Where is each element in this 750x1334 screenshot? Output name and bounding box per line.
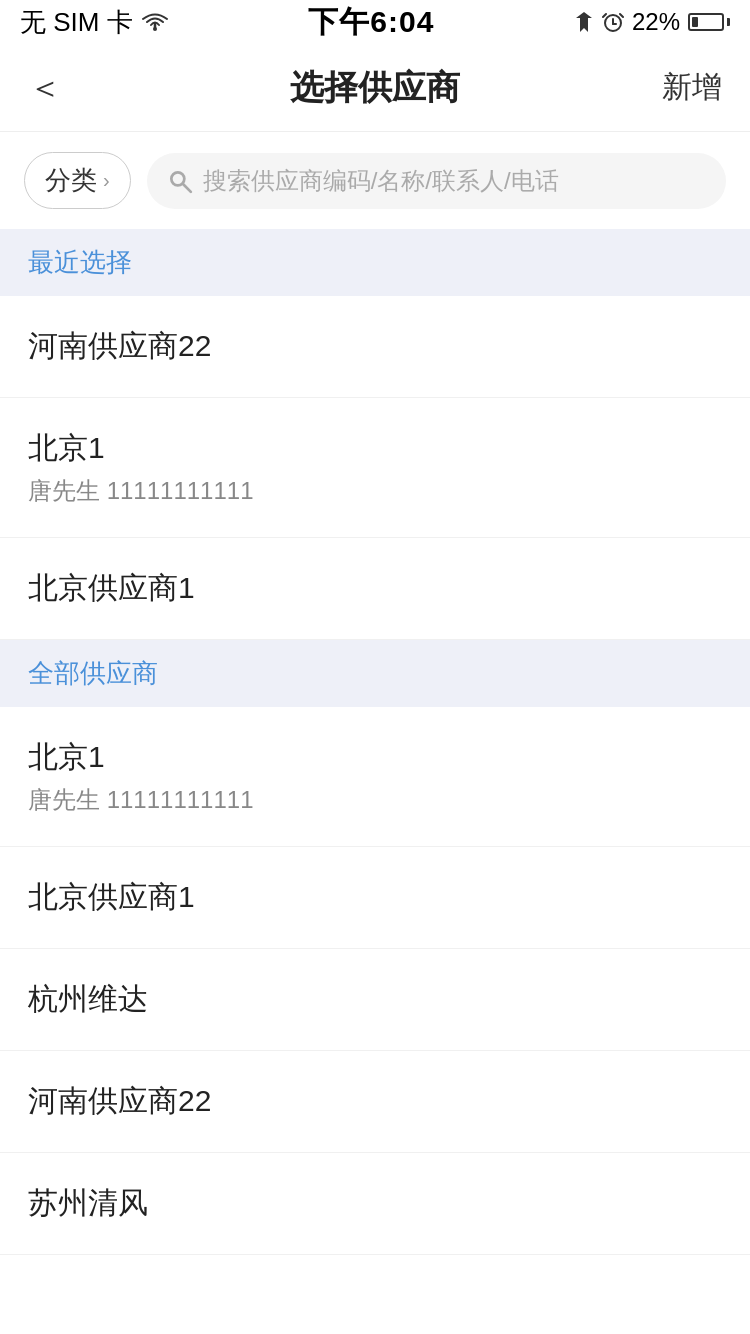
item-name: 苏州清风 bbox=[28, 1183, 722, 1224]
sections-container: 最近选择河南供应商22 北京1 唐先生 11111111111 北京供应商1 全部供应商… bbox=[0, 229, 750, 1255]
list-item[interactable]: 北京供应商1 bbox=[0, 538, 750, 640]
alarm-icon bbox=[602, 10, 624, 34]
item-name: 河南供应商22 bbox=[28, 326, 722, 367]
status-bar: 无 SIM 卡 下午6:04 22% bbox=[0, 0, 750, 44]
item-name: 北京供应商1 bbox=[28, 568, 722, 609]
item-sub: 唐先生 11111111111 bbox=[28, 784, 722, 816]
svg-line-5 bbox=[620, 14, 623, 17]
search-icon bbox=[167, 168, 193, 194]
page-title: 选择供应商 bbox=[88, 65, 662, 111]
status-right: 22% bbox=[574, 8, 730, 36]
item-sub: 唐先生 11111111111 bbox=[28, 475, 722, 507]
back-button[interactable]: ＜ bbox=[28, 65, 88, 111]
chevron-right-icon: › bbox=[103, 169, 110, 192]
item-name: 河南供应商22 bbox=[28, 1081, 722, 1122]
section-header-text-recent: 最近选择 bbox=[28, 247, 132, 277]
add-button[interactable]: 新增 bbox=[662, 67, 722, 108]
status-left: 无 SIM 卡 bbox=[20, 5, 169, 40]
list-item[interactable]: 北京供应商1 bbox=[0, 847, 750, 949]
list-item[interactable]: 苏州清风 bbox=[0, 1153, 750, 1255]
svg-line-4 bbox=[603, 14, 606, 17]
category-filter-button[interactable]: 分类 › bbox=[24, 152, 131, 209]
nav-bar: ＜ 选择供应商 新增 bbox=[0, 44, 750, 132]
item-name: 北京1 bbox=[28, 428, 722, 469]
item-name: 北京供应商1 bbox=[28, 877, 722, 918]
status-time: 下午6:04 bbox=[308, 2, 434, 43]
item-name: 杭州维达 bbox=[28, 979, 722, 1020]
svg-line-7 bbox=[183, 184, 191, 192]
location-icon bbox=[574, 10, 594, 34]
list-item[interactable]: 河南供应商22 bbox=[0, 296, 750, 398]
sim-status: 无 SIM 卡 bbox=[20, 5, 133, 40]
search-input-wrap[interactable]: 搜索供应商编码/名称/联系人/电话 bbox=[147, 153, 726, 209]
section-header-all: 全部供应商 bbox=[0, 640, 750, 707]
filter-bar: 分类 › 搜索供应商编码/名称/联系人/电话 bbox=[0, 132, 750, 229]
section-header-text-all: 全部供应商 bbox=[28, 658, 158, 688]
list-item[interactable]: 杭州维达 bbox=[0, 949, 750, 1051]
list-item[interactable]: 北京1 唐先生 11111111111 bbox=[0, 398, 750, 538]
svg-point-0 bbox=[153, 27, 157, 31]
list-item[interactable]: 北京1 唐先生 11111111111 bbox=[0, 707, 750, 847]
item-name: 北京1 bbox=[28, 737, 722, 778]
battery-icon bbox=[688, 13, 730, 31]
search-placeholder: 搜索供应商编码/名称/联系人/电话 bbox=[203, 165, 559, 197]
category-label: 分类 bbox=[45, 163, 97, 198]
battery-percent: 22% bbox=[632, 8, 680, 36]
list-item[interactable]: 河南供应商22 bbox=[0, 1051, 750, 1153]
section-header-recent: 最近选择 bbox=[0, 229, 750, 296]
wifi-icon bbox=[141, 12, 169, 32]
